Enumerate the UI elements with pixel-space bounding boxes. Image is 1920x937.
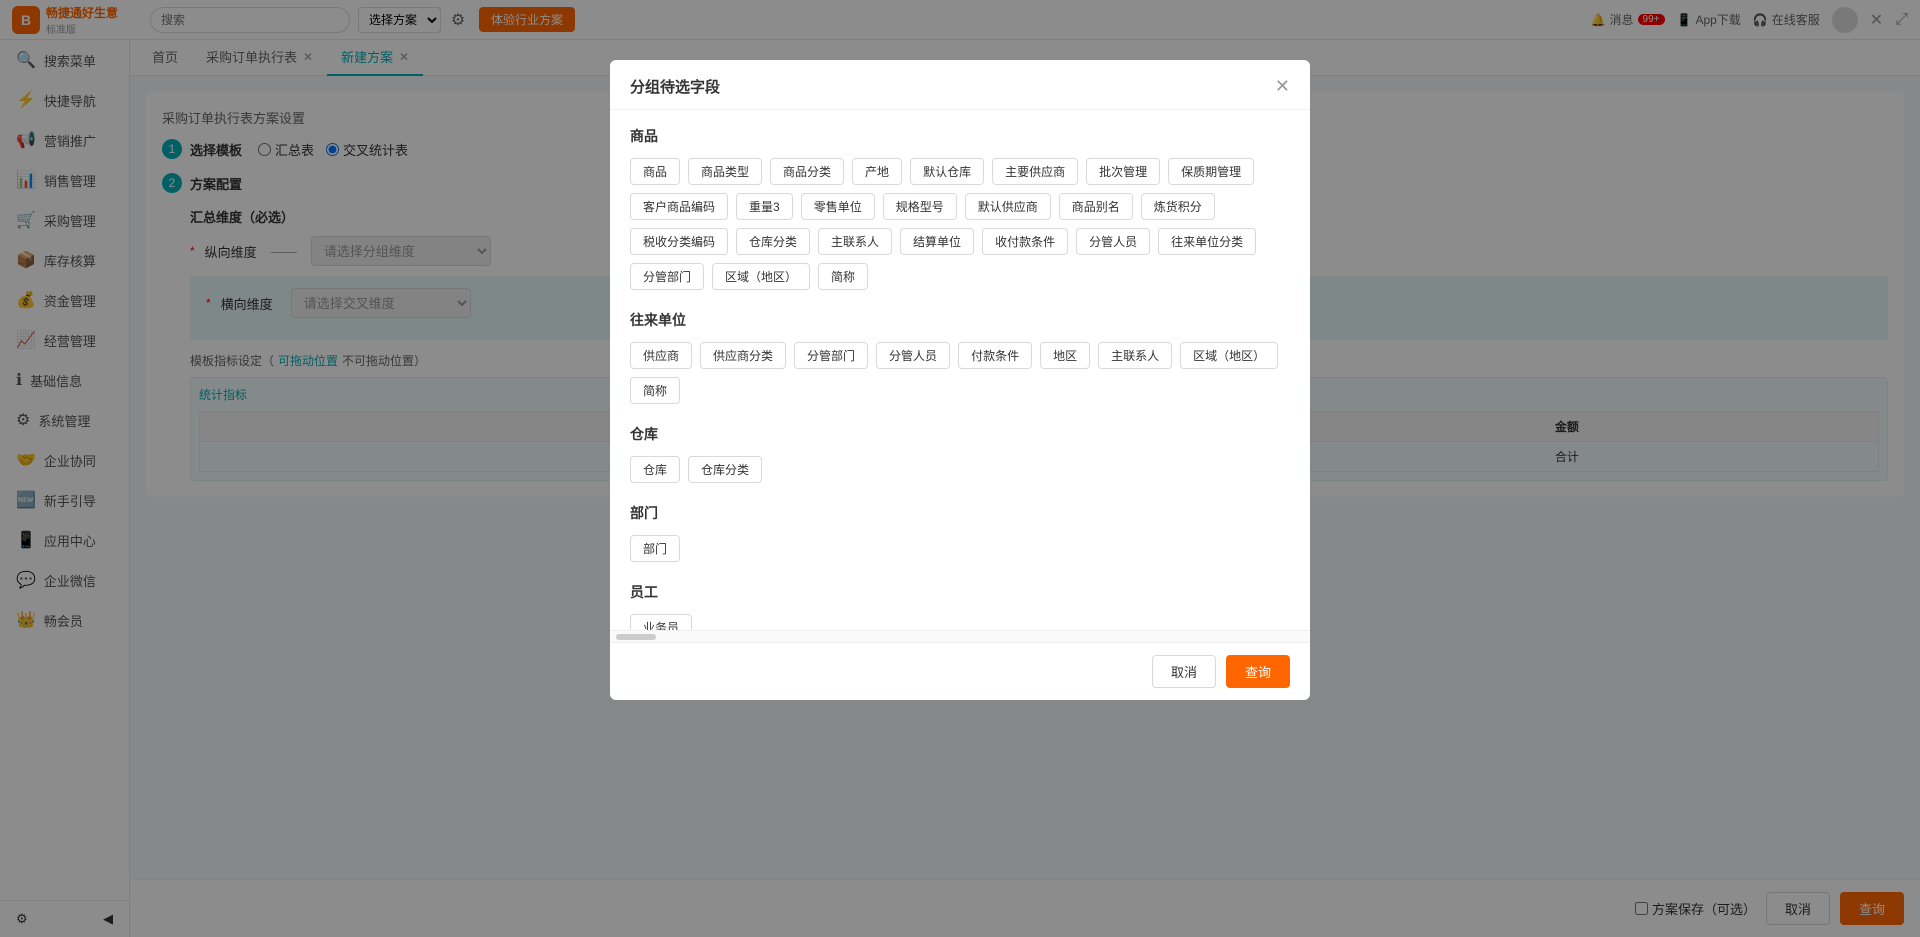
field-tag-abbr-goods[interactable]: 简称 [818, 263, 868, 290]
field-group-partner: 往来单位 供应商 供应商分类 分管部门 分管人员 付款条件 地区 主联系人 区域… [630, 310, 1290, 404]
field-group-employee: 员工 业务员 [630, 582, 1290, 630]
field-tag-warehouse-category[interactable]: 仓库分类 [736, 228, 810, 255]
field-tag-warehouse-cat[interactable]: 仓库分类 [688, 456, 762, 483]
field-tag-goods[interactable]: 商品 [630, 158, 680, 185]
modal-close-button[interactable]: ✕ [1275, 76, 1290, 97]
field-tags-employee: 业务员 [630, 614, 1290, 630]
modal-footer: 取消 查询 [610, 642, 1310, 700]
field-tag-points[interactable]: 炼货积分 [1141, 193, 1215, 220]
field-group-dept: 部门 部门 [630, 503, 1290, 562]
field-tag-sales-person[interactable]: 业务员 [630, 614, 692, 630]
field-group-employee-title: 员工 [630, 582, 1290, 602]
modal-confirm-button[interactable]: 查询 [1226, 655, 1290, 688]
field-group-dept-title: 部门 [630, 503, 1290, 523]
modal-body: 商品 商品 商品类型 商品分类 产地 默认仓库 主要供应商 批次管理 保质期管理… [610, 110, 1310, 630]
field-tag-batch-mgmt[interactable]: 批次管理 [1086, 158, 1160, 185]
modal-dialog: 分组待选字段 ✕ 商品 商品 商品类型 商品分类 产地 默认仓库 主要供应商 批… [610, 60, 1310, 700]
field-group-warehouse-title: 仓库 [630, 424, 1290, 444]
field-tag-weight3[interactable]: 重量3 [736, 193, 793, 220]
field-tag-dept[interactable]: 部门 [630, 535, 680, 562]
field-tags-partner: 供应商 供应商分类 分管部门 分管人员 付款条件 地区 主联系人 区域（地区） … [630, 342, 1290, 404]
field-tag-goods-alias[interactable]: 商品别名 [1059, 193, 1133, 220]
modal-title: 分组待选字段 [630, 76, 720, 97]
field-tag-settlement-unit[interactable]: 结算单位 [900, 228, 974, 255]
field-tag-expiry-mgmt[interactable]: 保质期管理 [1168, 158, 1254, 185]
field-tag-person-partner[interactable]: 分管人员 [876, 342, 950, 369]
field-tag-dept-partner[interactable]: 分管部门 [794, 342, 868, 369]
field-tag-abbr-partner[interactable]: 简称 [630, 377, 680, 404]
field-tag-warehouse[interactable]: 仓库 [630, 456, 680, 483]
field-tag-region-partner[interactable]: 区域（地区） [1180, 342, 1278, 369]
field-tag-origin[interactable]: 产地 [852, 158, 902, 185]
field-tag-goods-type[interactable]: 商品类型 [688, 158, 762, 185]
field-group-partner-title: 往来单位 [630, 310, 1290, 330]
field-tag-default-supplier[interactable]: 默认供应商 [965, 193, 1051, 220]
field-group-goods-title: 商品 [630, 126, 1290, 146]
field-tag-dept-mgmt[interactable]: 分管部门 [630, 263, 704, 290]
field-tag-tax-code[interactable]: 税收分类编码 [630, 228, 728, 255]
field-tag-manager[interactable]: 分管人员 [1076, 228, 1150, 255]
modal-header: 分组待选字段 ✕ [610, 60, 1310, 110]
field-tag-supplier-category[interactable]: 供应商分类 [700, 342, 786, 369]
field-tag-goods-category[interactable]: 商品分类 [770, 158, 844, 185]
field-tag-payment-cond[interactable]: 付款条件 [958, 342, 1032, 369]
field-tag-spec-model[interactable]: 规格型号 [883, 193, 957, 220]
field-tag-region-goods[interactable]: 区域（地区） [712, 263, 810, 290]
field-tag-supplier[interactable]: 供应商 [630, 342, 692, 369]
field-tag-main-contact-partner[interactable]: 主联系人 [1098, 342, 1172, 369]
field-group-warehouse: 仓库 仓库 仓库分类 [630, 424, 1290, 483]
modal-cancel-button[interactable]: 取消 [1152, 655, 1216, 688]
modal-overlay: 分组待选字段 ✕ 商品 商品 商品类型 商品分类 产地 默认仓库 主要供应商 批… [0, 0, 1920, 937]
field-tag-customer-code[interactable]: 客户商品编码 [630, 193, 728, 220]
field-tag-default-warehouse[interactable]: 默认仓库 [910, 158, 984, 185]
field-tag-payment-terms[interactable]: 收付款条件 [982, 228, 1068, 255]
field-tag-partner-category[interactable]: 往来单位分类 [1158, 228, 1256, 255]
field-tag-area[interactable]: 地区 [1040, 342, 1090, 369]
field-tag-retail-unit[interactable]: 零售单位 [801, 193, 875, 220]
field-tags-goods: 商品 商品类型 商品分类 产地 默认仓库 主要供应商 批次管理 保质期管理 客户… [630, 158, 1290, 290]
field-tag-main-supplier[interactable]: 主要供应商 [992, 158, 1078, 185]
field-tags-warehouse: 仓库 仓库分类 [630, 456, 1290, 483]
field-tags-dept: 部门 [630, 535, 1290, 562]
modal-hscroll[interactable] [610, 630, 1310, 642]
field-tag-main-contact[interactable]: 主联系人 [818, 228, 892, 255]
field-group-goods: 商品 商品 商品类型 商品分类 产地 默认仓库 主要供应商 批次管理 保质期管理… [630, 126, 1290, 290]
